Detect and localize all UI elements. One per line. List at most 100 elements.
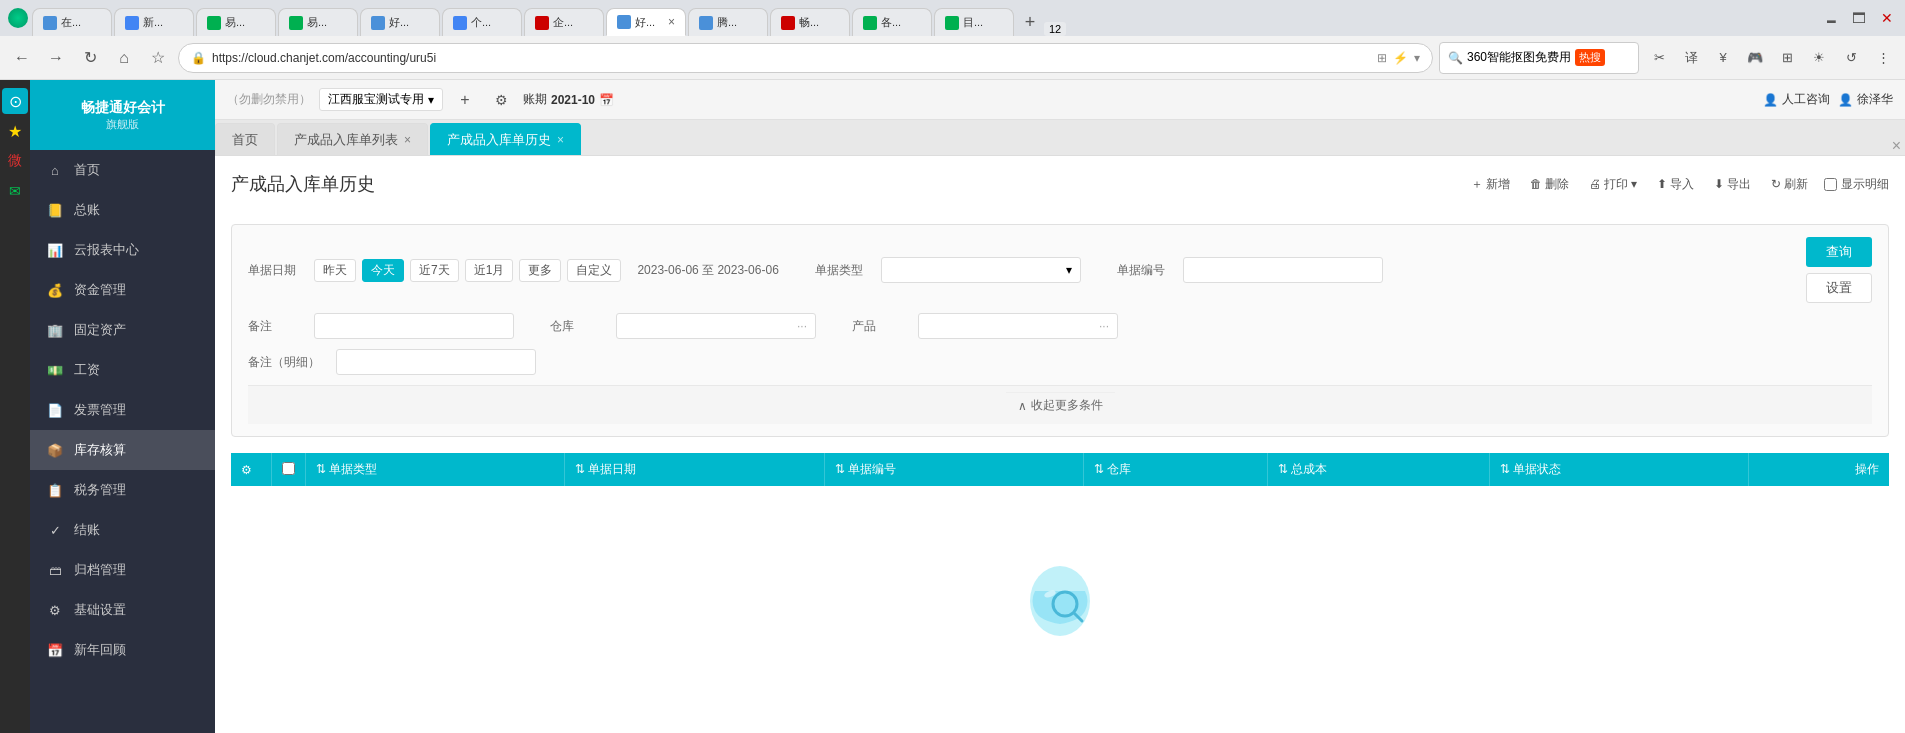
tab-count[interactable]: 12 — [1044, 22, 1066, 36]
browser-tab-3[interactable]: 易... — [196, 8, 276, 36]
browser-tab-2[interactable]: 新... — [114, 8, 194, 36]
back-button[interactable]: ← — [8, 44, 36, 72]
new-tab-button[interactable]: + — [1016, 8, 1044, 36]
yesterday-button[interactable]: 昨天 — [314, 259, 356, 282]
page-tab-list-close[interactable]: × — [404, 133, 411, 147]
col-no[interactable]: ⇅ 单据编号 — [824, 453, 1084, 486]
nav-item-funds[interactable]: 💰 资金管理 — [30, 270, 215, 310]
browser-tab-11[interactable]: 各... — [852, 8, 932, 36]
dropdown-icon[interactable]: ▾ — [1414, 51, 1420, 65]
import-button[interactable]: ⬆ 导入 — [1653, 174, 1698, 195]
scissors-icon[interactable]: ✂ — [1645, 44, 1673, 72]
more-icon[interactable]: ⋮ — [1869, 44, 1897, 72]
nav-item-archive[interactable]: 🗃 归档管理 — [30, 550, 215, 590]
nav-item-assets[interactable]: 🏢 固定资产 — [30, 310, 215, 350]
filter-actions: 查询 设置 — [1806, 237, 1872, 303]
print-button[interactable]: 🖨 打印 ▾ — [1585, 174, 1641, 195]
nav-item-home[interactable]: ⌂ 首页 — [30, 150, 215, 190]
today-button[interactable]: 今天 — [362, 259, 404, 282]
search-bar[interactable]: 🔍 360智能抠图免费用 热搜 — [1439, 42, 1639, 74]
page-tab-history[interactable]: 产成品入库单历史 × — [430, 123, 581, 155]
empty-illustration — [1010, 546, 1110, 646]
export-button[interactable]: ⬇ 导出 — [1710, 174, 1755, 195]
page-tab-list[interactable]: 产成品入库单列表 × — [277, 123, 428, 155]
yuan-icon[interactable]: ¥ — [1709, 44, 1737, 72]
nav-item-reports[interactable]: 📊 云报表中心 — [30, 230, 215, 270]
browser-tab-8[interactable]: 好... × — [606, 8, 686, 36]
close-window-button[interactable]: ✕ — [1877, 8, 1897, 28]
remark-input[interactable] — [314, 313, 514, 339]
warehouse-select[interactable]: ··· — [616, 313, 816, 339]
brightness-icon[interactable]: ☀ — [1805, 44, 1833, 72]
browser-tab-4[interactable]: 易... — [278, 8, 358, 36]
add-company-button[interactable]: + — [451, 86, 479, 114]
nav-item-tax[interactable]: 📋 税务管理 — [30, 470, 215, 510]
last7-button[interactable]: 近7天 — [410, 259, 459, 282]
show-detail-checkbox[interactable] — [1824, 178, 1837, 191]
col-status[interactable]: ⇅ 单据状态 — [1489, 453, 1749, 486]
company-settings-icon[interactable]: ⚙ — [487, 86, 515, 114]
remark-detail-input[interactable] — [336, 349, 536, 375]
col-type[interactable]: ⇅ 单据类型 — [305, 453, 565, 486]
nav-item-ledger[interactable]: 📒 总账 — [30, 190, 215, 230]
nav-item-new[interactable]: 📅 新年回顾 — [30, 630, 215, 670]
forward-button[interactable]: → — [42, 44, 70, 72]
translate-icon[interactable]: 译 — [1677, 44, 1705, 72]
select-all-checkbox[interactable] — [282, 462, 295, 475]
col-checkbox[interactable] — [271, 453, 305, 486]
query-button[interactable]: 查询 — [1806, 237, 1872, 267]
tab-favicon-2 — [125, 16, 139, 30]
filter-section: 单据日期 昨天 今天 近7天 近1月 更多 自定义 2023-06-06 至 2… — [231, 224, 1889, 437]
browser-tab-1[interactable]: 在... — [32, 8, 112, 36]
maximize-button[interactable]: 🗖 — [1849, 8, 1869, 28]
nav-item-invoice[interactable]: 📄 发票管理 — [30, 390, 215, 430]
grid2-icon[interactable]: ⊞ — [1773, 44, 1801, 72]
nav-item-settings[interactable]: ⚙ 基础设置 — [30, 590, 215, 630]
undo-icon[interactable]: ↺ — [1837, 44, 1865, 72]
browser-tab-12[interactable]: 目... — [934, 8, 1014, 36]
archive-icon: 🗃 — [46, 561, 64, 579]
voucher-type-select[interactable]: ▾ — [881, 257, 1081, 283]
bookmark-button[interactable]: ☆ — [144, 44, 172, 72]
custom-button[interactable]: 自定义 — [567, 259, 621, 282]
browser-tab-6[interactable]: 个... — [442, 8, 522, 36]
browser-tab-5[interactable]: 好... — [360, 8, 440, 36]
icon-sidebar-email[interactable]: ✉ — [2, 178, 28, 204]
home-page-button[interactable]: ⌂ — [110, 44, 138, 72]
icon-sidebar-feed[interactable]: 微 — [2, 148, 28, 174]
collapse-button[interactable]: ∧ 收起更多条件 — [1006, 392, 1115, 418]
game-icon[interactable]: 🎮 — [1741, 44, 1769, 72]
calendar-icon[interactable]: 📅 — [599, 93, 614, 107]
delete-button[interactable]: 🗑 删除 — [1526, 174, 1573, 195]
more-button[interactable]: 更多 — [519, 259, 561, 282]
col-total-cost[interactable]: ⇅ 总成本 — [1267, 453, 1489, 486]
nav-item-payroll[interactable]: 💵 工资 — [30, 350, 215, 390]
add-button[interactable]: ＋ 新增 — [1467, 174, 1514, 195]
page-tab-home[interactable]: 首页 — [215, 123, 275, 155]
nav-item-checkout[interactable]: ✓ 结账 — [30, 510, 215, 550]
voucher-no-input[interactable] — [1183, 257, 1383, 283]
browser-tab-9[interactable]: 腾... — [688, 8, 768, 36]
user-profile-button[interactable]: 👤 徐泽华 — [1838, 91, 1893, 108]
icon-sidebar-home[interactable]: ⊙ — [2, 88, 28, 114]
col-warehouse[interactable]: ⇅ 仓库 — [1084, 453, 1268, 486]
icon-sidebar-star[interactable]: ★ — [2, 118, 28, 144]
company-select[interactable]: 江西服宝测试专用 ▾ — [319, 88, 443, 111]
nav-item-inventory[interactable]: 📦 库存核算 — [30, 430, 215, 470]
col-date[interactable]: ⇅ 单据日期 — [565, 453, 825, 486]
col-settings[interactable]: ⚙ — [231, 453, 271, 486]
refresh-button[interactable]: ↻ 刷新 — [1767, 174, 1812, 195]
close-panel-button[interactable]: × — [1892, 137, 1901, 155]
address-bar[interactable]: 🔒 https://cloud.chanjet.com/accounting/u… — [178, 43, 1433, 73]
human-service-button[interactable]: 👤 人工咨询 — [1763, 91, 1830, 108]
browser-tab-10[interactable]: 畅... — [770, 8, 850, 36]
tab-close-8[interactable]: × — [668, 15, 675, 29]
last-month-button[interactable]: 近1月 — [465, 259, 514, 282]
product-select[interactable]: ··· — [918, 313, 1118, 339]
date-filter-label: 单据日期 — [248, 262, 298, 279]
minimize-button[interactable]: 🗕 — [1821, 8, 1841, 28]
refresh-page-button[interactable]: ↻ — [76, 44, 104, 72]
page-tab-history-close[interactable]: × — [557, 133, 564, 147]
filter-settings-button[interactable]: 设置 — [1806, 273, 1872, 303]
browser-tab-7[interactable]: 企... — [524, 8, 604, 36]
